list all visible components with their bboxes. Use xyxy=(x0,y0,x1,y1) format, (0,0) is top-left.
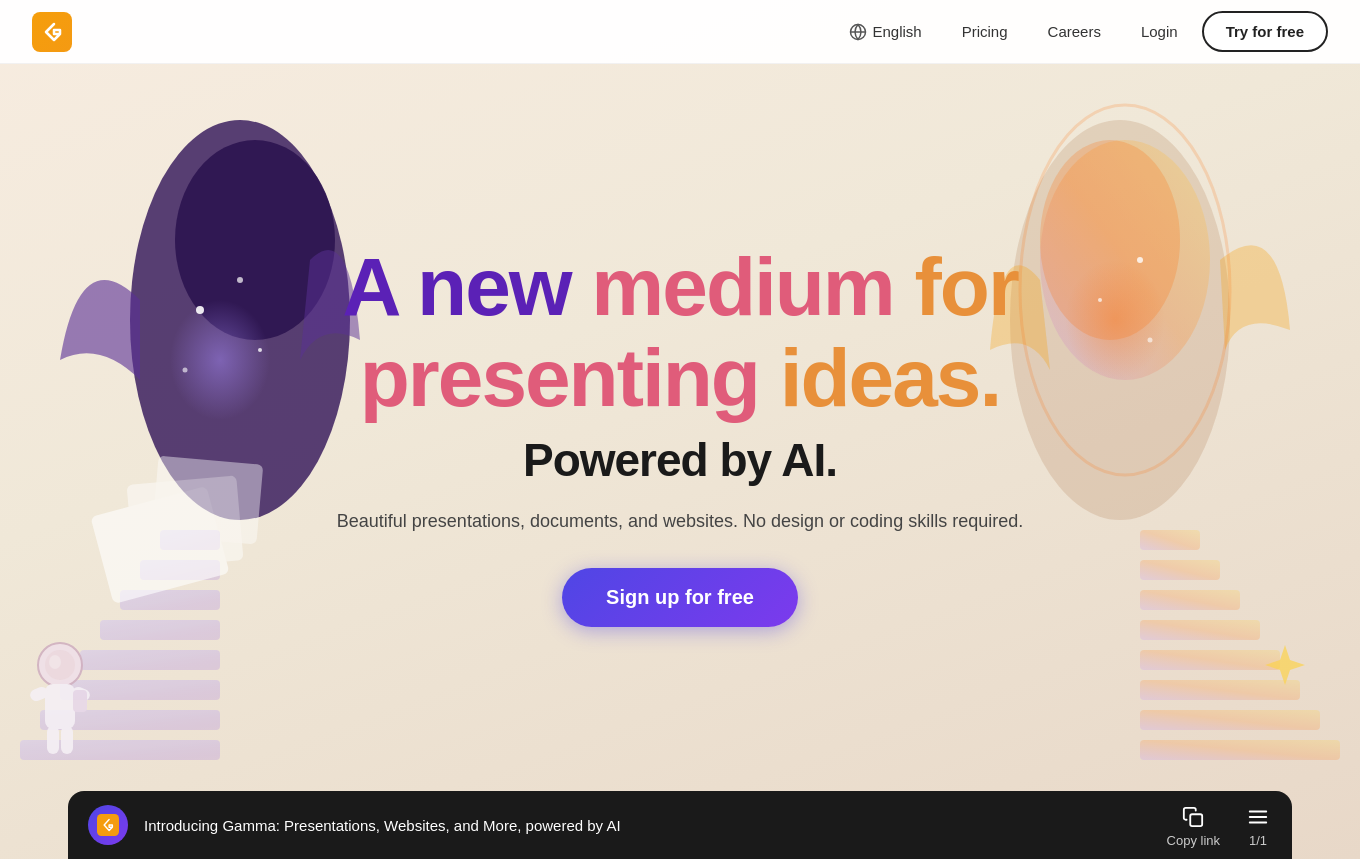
hero-word-a: A new xyxy=(342,241,591,332)
svg-point-6 xyxy=(237,277,243,283)
svg-rect-41 xyxy=(1140,620,1260,640)
svg-rect-14 xyxy=(120,590,220,610)
svg-rect-22 xyxy=(45,684,75,729)
svg-rect-24 xyxy=(70,685,91,702)
login-label: Login xyxy=(1141,23,1178,40)
svg-rect-39 xyxy=(1140,680,1300,700)
svg-rect-15 xyxy=(140,560,220,580)
careers-label: Careers xyxy=(1048,23,1101,40)
svg-point-31 xyxy=(1040,140,1180,340)
bottom-notification-bar: Introducing Gamma: Presentations, Websit… xyxy=(68,791,1292,859)
svg-rect-18 xyxy=(127,475,244,569)
try-free-label: Try for free xyxy=(1226,23,1304,40)
hero-word-presenting: presenting xyxy=(360,332,780,423)
svg-rect-37 xyxy=(1140,740,1340,760)
svg-rect-44 xyxy=(1140,530,1200,550)
svg-rect-12 xyxy=(80,650,220,670)
login-button[interactable]: Login xyxy=(1125,15,1194,48)
globe-icon xyxy=(849,23,867,41)
hero-subtitle: Powered by AI. xyxy=(337,433,1023,487)
copy-icon xyxy=(1179,803,1207,831)
svg-point-20 xyxy=(38,643,82,687)
svg-rect-45 xyxy=(97,814,119,836)
svg-rect-38 xyxy=(1140,710,1320,730)
svg-rect-23 xyxy=(28,685,49,702)
svg-rect-17 xyxy=(90,486,229,604)
hero-content: A new medium for presenting ideas. Power… xyxy=(337,242,1023,626)
gamma-logo-icon xyxy=(32,12,72,52)
svg-point-8 xyxy=(183,368,188,373)
svg-point-2 xyxy=(130,120,350,520)
hero-description: Beautiful presentations, documents, and … xyxy=(337,511,1023,532)
hero-title-line2: presenting ideas. xyxy=(337,333,1023,423)
svg-rect-42 xyxy=(1140,590,1240,610)
svg-rect-25 xyxy=(47,726,59,754)
svg-rect-0 xyxy=(32,12,72,52)
copy-link-button[interactable]: Copy link xyxy=(1167,803,1220,848)
svg-rect-46 xyxy=(1191,814,1203,826)
svg-point-30 xyxy=(1040,140,1210,380)
hero-title-line1: A new medium for xyxy=(337,242,1023,332)
gamma-avatar-icon xyxy=(97,814,119,836)
svg-rect-28 xyxy=(73,690,87,712)
svg-rect-26 xyxy=(61,726,73,754)
svg-point-7 xyxy=(258,348,262,352)
logo-link[interactable] xyxy=(32,12,72,52)
svg-rect-16 xyxy=(160,530,220,550)
svg-point-33 xyxy=(1137,257,1143,263)
signup-button[interactable]: Sign up for free xyxy=(562,568,798,627)
page-counter: 1/1 xyxy=(1244,803,1272,848)
svg-rect-11 xyxy=(60,680,220,700)
hero-word-for: for xyxy=(915,241,1018,332)
careers-button[interactable]: Careers xyxy=(1032,15,1117,48)
pricing-button[interactable]: Pricing xyxy=(946,15,1024,48)
navbar: English Pricing Careers Login Try for fr… xyxy=(0,0,1360,64)
svg-point-4 xyxy=(170,300,270,420)
bottom-bar-actions: Copy link 1/1 xyxy=(1167,803,1272,848)
svg-rect-10 xyxy=(40,710,220,730)
svg-point-5 xyxy=(196,306,204,314)
bottom-bar-avatar xyxy=(88,805,128,845)
pricing-label: Pricing xyxy=(962,23,1008,40)
copy-link-label: Copy link xyxy=(1167,833,1220,848)
svg-point-21 xyxy=(45,650,75,680)
hero-word-medium: medium xyxy=(591,241,914,332)
svg-point-3 xyxy=(175,140,335,340)
svg-point-36 xyxy=(1020,105,1230,475)
svg-rect-43 xyxy=(1140,560,1220,580)
svg-point-34 xyxy=(1098,298,1102,302)
svg-point-35 xyxy=(1148,338,1153,343)
notification-text: Introducing Gamma: Presentations, Websit… xyxy=(144,817,1151,834)
svg-point-32 xyxy=(1065,260,1165,380)
svg-rect-40 xyxy=(1140,650,1280,670)
nav-right: English Pricing Careers Login Try for fr… xyxy=(833,11,1329,52)
svg-point-29 xyxy=(1010,120,1230,520)
svg-point-27 xyxy=(49,655,61,669)
signup-label: Sign up for free xyxy=(606,586,754,608)
language-label: English xyxy=(873,23,922,40)
try-free-button[interactable]: Try for free xyxy=(1202,11,1328,52)
page-counter-text: 1/1 xyxy=(1249,833,1267,848)
language-button[interactable]: English xyxy=(833,15,938,49)
svg-rect-19 xyxy=(152,456,264,545)
hero-section: A new medium for presenting ideas. Power… xyxy=(0,0,1360,859)
hero-word-ideas: ideas. xyxy=(780,332,1000,423)
svg-rect-13 xyxy=(100,620,220,640)
svg-rect-9 xyxy=(20,740,220,760)
list-icon xyxy=(1244,803,1272,831)
